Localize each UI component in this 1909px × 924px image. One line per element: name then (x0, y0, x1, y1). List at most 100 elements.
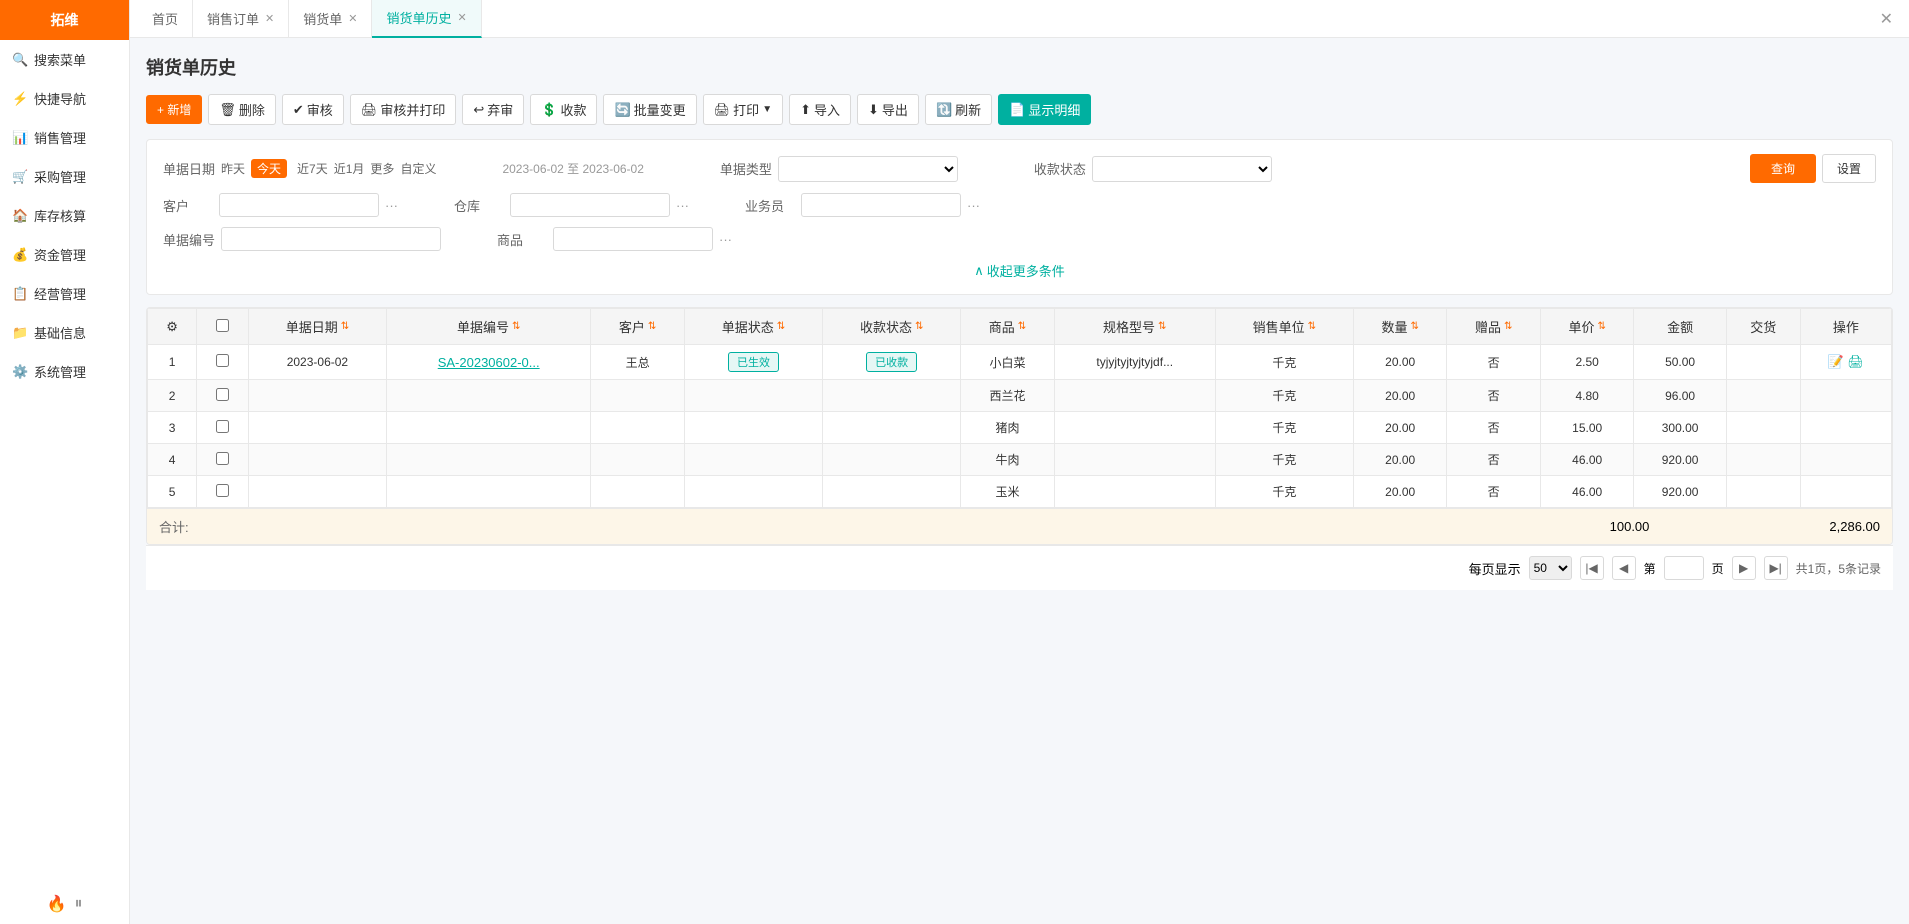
row-doc-num[interactable] (387, 380, 591, 412)
tab-home[interactable]: 首页 (138, 0, 193, 38)
th-goods[interactable]: 商品⇅ (961, 309, 1055, 345)
date-custom[interactable]: 自定义 (400, 160, 436, 177)
filter-doc-type: 单据类型 (720, 156, 958, 182)
batch-change-button[interactable]: 🔄 批量变更 (603, 94, 696, 125)
sort-doc-status-icon: ⇅ (777, 321, 785, 332)
warehouse-input[interactable] (510, 193, 670, 217)
warehouse-dots[interactable]: ··· (676, 198, 689, 213)
th-customer[interactable]: 客户⇅ (591, 309, 685, 345)
row-checkbox[interactable] (197, 380, 249, 412)
date-yesterday[interactable]: 昨天 (221, 160, 245, 177)
next-page-button[interactable]: ▶ (1732, 556, 1756, 580)
row-num: 3 (148, 412, 197, 444)
row-pay-status (823, 412, 961, 444)
th-qty[interactable]: 数量⇅ (1353, 309, 1447, 345)
sidebar-item-quick-nav[interactable]: ⚡ 快捷导航 (0, 79, 129, 118)
audit-button[interactable]: ✔ 审核 (282, 94, 344, 125)
date-more[interactable]: 更多 (370, 160, 394, 177)
th-spec[interactable]: 规格型号⇅ (1054, 309, 1215, 345)
prev-page-button[interactable]: ◀ (1612, 556, 1636, 580)
sidebar-item-search-menu[interactable]: 🔍 搜索菜单 (0, 40, 129, 79)
audit-print-button[interactable]: 🖨 审核并打印 (350, 94, 457, 125)
pay-status-select[interactable] (1092, 156, 1272, 182)
search-menu-icon: 🔍 (12, 52, 28, 68)
sidebar: 拓维 🔍 搜索菜单 ⚡ 快捷导航 📊 销售管理 🛒 采购管理 🏠 库存核算 💰 … (0, 0, 130, 924)
sidebar-item-sales-mgmt[interactable]: 📊 销售管理 (0, 118, 129, 157)
th-price[interactable]: 单价⇅ (1540, 309, 1634, 345)
date-today[interactable]: 今天 (251, 159, 287, 178)
row-qty: 20.00 (1353, 412, 1447, 444)
delete-button[interactable]: 🗑 删除 (208, 94, 276, 125)
doc-num-input[interactable] (221, 227, 441, 251)
sidebar-item-system-mgmt[interactable]: ⚙️ 系统管理 (0, 352, 129, 391)
select-all-checkbox[interactable] (216, 319, 229, 332)
main-area: 首页 销售订单 ✕ 销货单 ✕ 销货单历史 ✕ ✕ 销货单历史 + 新增 🗑 删… (130, 0, 1909, 924)
row-action[interactable] (1800, 444, 1891, 476)
row-action[interactable] (1800, 412, 1891, 444)
collapse-button[interactable]: ∧ 收起更多条件 (974, 261, 1065, 280)
abandon-button[interactable]: ↩ 弃审 (462, 94, 524, 125)
doc-type-select[interactable] (778, 156, 958, 182)
date-1month[interactable]: 近1月 (334, 160, 365, 177)
sort-spec-icon: ⇅ (1158, 321, 1166, 332)
import-button[interactable]: ⬆ 导入 (789, 94, 851, 125)
refresh-button[interactable]: 🔃 刷新 (925, 94, 992, 125)
tab-close-sales-delivery[interactable]: ✕ (348, 12, 357, 25)
sidebar-item-finance[interactable]: 💰 资金管理 (0, 235, 129, 274)
page-input[interactable]: 1 (1664, 556, 1704, 580)
sidebar-item-inventory[interactable]: 🏠 库存核算 (0, 196, 129, 235)
tab-close-sales-order[interactable]: ✕ (265, 12, 274, 25)
settings-button[interactable]: 设置 (1822, 154, 1876, 183)
per-page-select[interactable]: 50 100 (1529, 556, 1572, 580)
goods-dots[interactable]: ··· (719, 232, 732, 247)
row-checkbox[interactable] (197, 412, 249, 444)
sidebar-logo: 拓维 (0, 0, 129, 40)
date-7days[interactable]: 近7天 (297, 160, 328, 177)
add-button[interactable]: + 新增 (146, 95, 202, 124)
th-doc-status[interactable]: 单据状态⇅ (684, 309, 822, 345)
customer-input[interactable] (219, 193, 379, 217)
th-pay-status[interactable]: 收款状态⇅ (823, 309, 961, 345)
sidebar-pause-icon[interactable]: ⏸ (74, 895, 82, 913)
row-doc-num[interactable]: SA-20230602-0... (387, 345, 591, 380)
tab-sales-delivery[interactable]: 销货单 ✕ (289, 0, 372, 38)
row-checkbox[interactable] (197, 345, 249, 380)
tab-close-all[interactable]: ✕ (1872, 9, 1901, 29)
row-action[interactable] (1800, 476, 1891, 508)
row-checkbox[interactable] (197, 476, 249, 508)
row-action[interactable] (1800, 380, 1891, 412)
row-doc-num[interactable] (387, 412, 591, 444)
salesman-dots[interactable]: ··· (967, 198, 980, 213)
tab-sales-order[interactable]: 销售订单 ✕ (193, 0, 289, 38)
sidebar-item-operations[interactable]: 📋 经营管理 (0, 274, 129, 313)
query-button[interactable]: 查询 (1750, 154, 1816, 183)
sidebar-collapse-icon[interactable]: 🔥 (47, 894, 67, 914)
th-settings[interactable]: ⚙ (148, 309, 197, 345)
last-page-button[interactable]: ▶| (1764, 556, 1788, 580)
th-unit[interactable]: 销售单位⇅ (1215, 309, 1353, 345)
table-row: 2西兰花千克20.00否4.8096.00 (148, 380, 1892, 412)
row-action[interactable]: 📝 🖨 (1800, 345, 1891, 380)
th-gift[interactable]: 赠品⇅ (1447, 309, 1541, 345)
show-detail-button[interactable]: 📄 显示明细 (998, 94, 1091, 125)
row-doc-num[interactable] (387, 476, 591, 508)
sidebar-item-purchase-mgmt[interactable]: 🛒 采购管理 (0, 157, 129, 196)
collect-button[interactable]: 💲 收款 (530, 94, 597, 125)
customer-label: 客户 (163, 196, 213, 215)
tab-close-sales-history[interactable]: ✕ (458, 11, 467, 24)
sidebar-item-basic-info[interactable]: 📁 基础信息 (0, 313, 129, 352)
print-button[interactable]: 🖨 打印 ▼ (703, 94, 783, 125)
row-doc-status: 已生效 (684, 345, 822, 380)
salesman-input[interactable] (801, 193, 961, 217)
goods-input[interactable] (553, 227, 713, 251)
th-date[interactable]: 单据日期⇅ (248, 309, 386, 345)
row-doc-num[interactable] (387, 444, 591, 476)
th-checkbox[interactable] (197, 309, 249, 345)
customer-dots[interactable]: ··· (385, 198, 398, 213)
row-checkbox[interactable] (197, 444, 249, 476)
filter-customer: 客户 ··· (163, 193, 398, 217)
th-num[interactable]: 单据编号⇅ (387, 309, 591, 345)
export-button[interactable]: ⬇ 导出 (857, 94, 919, 125)
first-page-button[interactable]: |◀ (1580, 556, 1604, 580)
tab-sales-history[interactable]: 销货单历史 ✕ (372, 0, 481, 38)
